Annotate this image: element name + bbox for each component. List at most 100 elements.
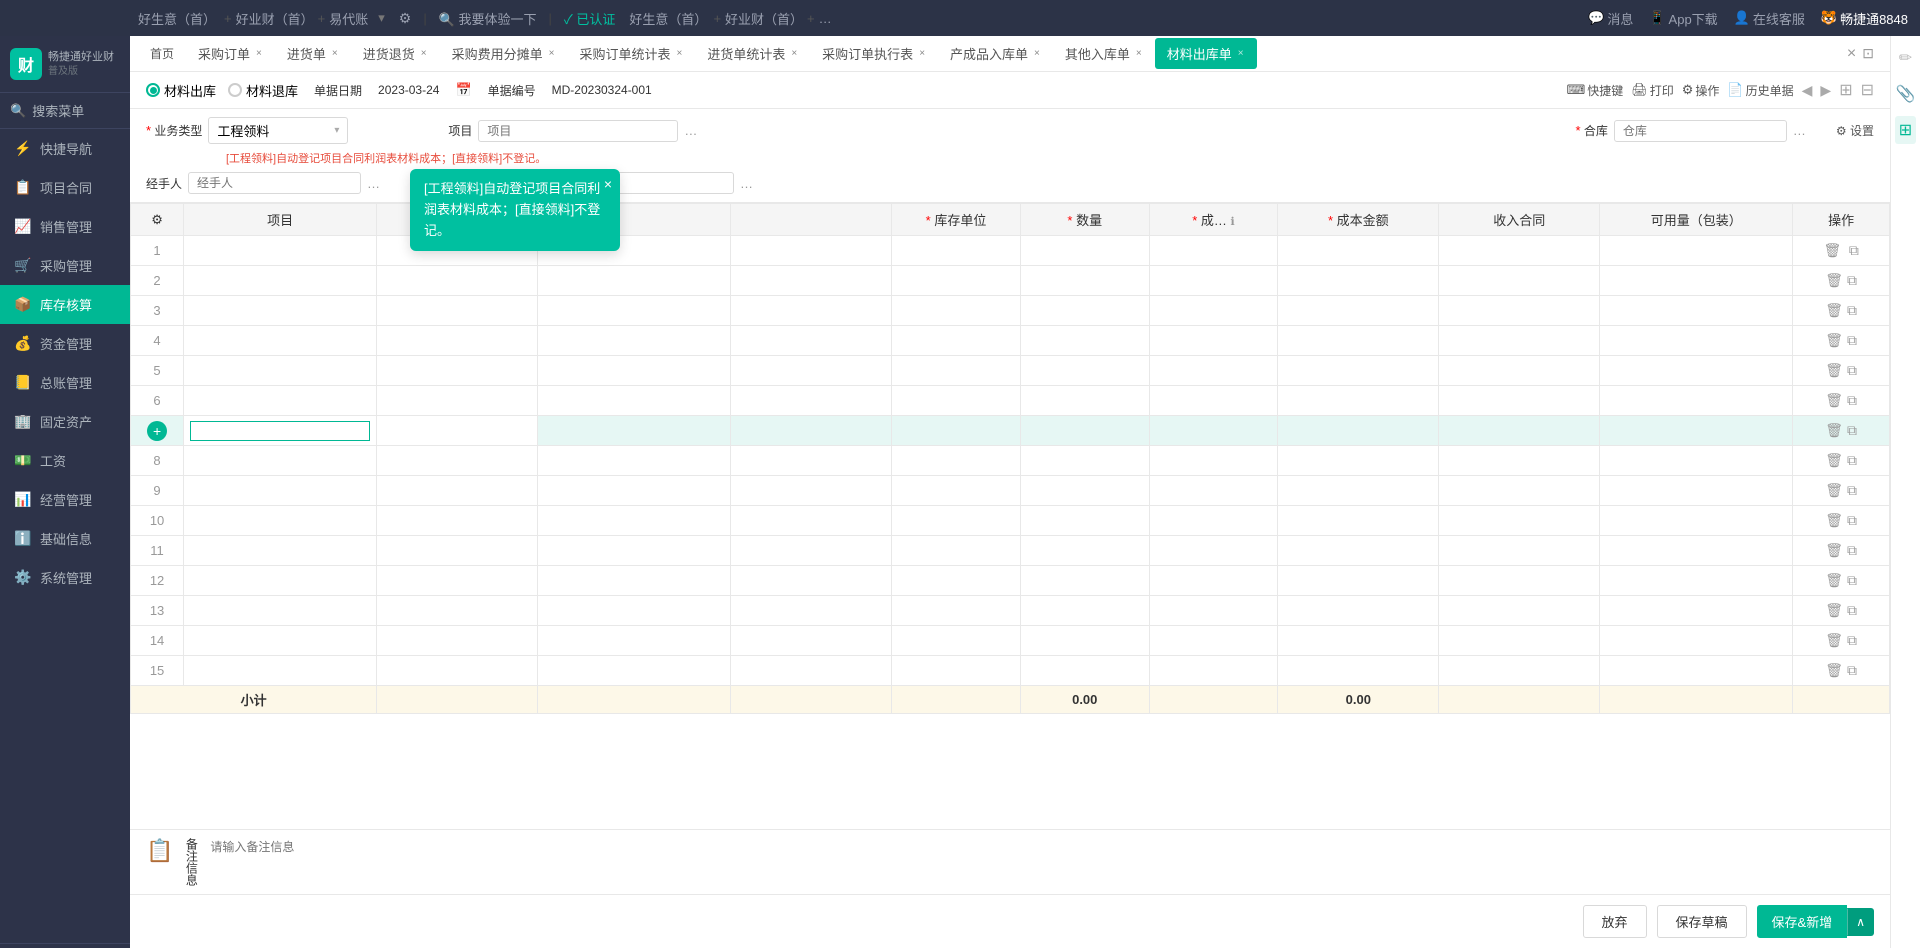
delete-row-btn[interactable]: 🗑: [1823, 360, 1845, 381]
delete-row-btn[interactable]: 🗑: [1823, 480, 1845, 501]
sidebar-item-payroll[interactable]: 💵 工资: [0, 441, 130, 480]
sidebar-item-quick-nav[interactable]: ⚡ 快捷导航: [0, 129, 130, 168]
copy-row-btn[interactable]: ⧉: [1845, 450, 1859, 471]
tab-purchase-exec[interactable]: 采购订单执行表 ×: [810, 38, 938, 69]
warehouse-input[interactable]: [1614, 120, 1787, 142]
global-topbar-experience[interactable]: 🔍 我要体验一下: [431, 5, 545, 32]
row-available[interactable]: [1600, 236, 1793, 266]
copy-row-btn[interactable]: ⧉: [1845, 300, 1859, 321]
tooltip-close-icon[interactable]: ×: [604, 173, 612, 195]
settings-btn[interactable]: ⚙ 设置: [1836, 122, 1874, 139]
row-cost-price[interactable]: [1149, 236, 1278, 266]
sidebar-item-finance[interactable]: 💰 资金管理: [0, 324, 130, 363]
print-btn[interactable]: 🖨打印: [1631, 82, 1674, 99]
tab-home[interactable]: 首页: [138, 39, 186, 68]
sidebar-item-fixed-assets[interactable]: 🏢 固定资产: [0, 402, 130, 441]
delete-row-btn[interactable]: 🗑: [1823, 330, 1845, 351]
global-topbar-item-yidaizhang[interactable]: 易代账: [325, 5, 372, 32]
tab-close-icon[interactable]: ×: [1238, 48, 1244, 59]
row-income-contract[interactable]: [1439, 236, 1600, 266]
id-value[interactable]: MD-20230324-001: [552, 83, 652, 97]
delete-row-btn[interactable]: 🗑: [1823, 570, 1845, 591]
right-green-icon[interactable]: ⊞: [1895, 116, 1916, 144]
delete-row-btn[interactable]: 🗑: [1823, 540, 1845, 561]
tab-close-icon[interactable]: ×: [256, 48, 262, 59]
copy-row-btn[interactable]: ⧉: [1845, 600, 1859, 621]
discard-button[interactable]: 放弃: [1583, 905, 1647, 938]
sidebar-search[interactable]: 🔍 搜索菜单: [0, 93, 130, 129]
calendar-icon[interactable]: 📅: [455, 82, 471, 98]
delete-row-btn[interactable]: 🗑: [1823, 390, 1845, 411]
global-topbar-item-haoyecai[interactable]: 好业财（首）: [232, 5, 318, 32]
list-view-btn[interactable]: ⊟: [1861, 80, 1874, 100]
sidebar-item-inventory[interactable]: 📦 库存核算: [0, 285, 130, 324]
tab-purchase-order[interactable]: 采购订单 ×: [186, 38, 275, 69]
save-new-arrow-btn[interactable]: ∧: [1847, 908, 1874, 936]
income-contract-dots[interactable]: …: [740, 176, 753, 191]
delete-row-btn[interactable]: 🗑: [1823, 630, 1845, 651]
copy-row-btn[interactable]: ⧉: [1845, 630, 1859, 651]
sidebar-item-project-contract[interactable]: 📋 项目合同: [0, 168, 130, 207]
tab-close-icon[interactable]: ×: [332, 48, 338, 59]
grid-view-btn[interactable]: ⊞: [1839, 80, 1852, 100]
global-topbar-message[interactable]: 💬消息: [1588, 9, 1633, 28]
sidebar-item-system[interactable]: ⚙️ 系统管理: [0, 558, 130, 597]
right-edit-icon[interactable]: ✏: [1895, 44, 1916, 72]
add-row-btn[interactable]: +: [147, 421, 167, 441]
close-window-icon[interactable]: ×: [1847, 45, 1856, 63]
copy-row-btn[interactable]: ⧉: [1845, 390, 1859, 411]
tab-close-icon[interactable]: ×: [421, 48, 427, 59]
delete-row-btn[interactable]: 🗑: [1823, 270, 1845, 291]
tab-finished-goods[interactable]: 产成品入库单 ×: [938, 38, 1053, 69]
global-topbar-service[interactable]: 👤在线客服: [1734, 9, 1805, 28]
shortcut-key-btn[interactable]: ⌨快捷键: [1566, 82, 1623, 99]
copy-row-btn[interactable]: ⧉: [1847, 240, 1861, 261]
tab-purchase-cost[interactable]: 采购费用分摊单 ×: [440, 38, 568, 69]
copy-row-btn[interactable]: ⧉: [1845, 540, 1859, 561]
delete-row-btn[interactable]: 🗑: [1823, 660, 1845, 681]
tab-close-icon[interactable]: ×: [791, 48, 797, 59]
sidebar-item-ledger[interactable]: 📒 总账管理: [0, 363, 130, 402]
expand-icon[interactable]: ⊡: [1862, 45, 1874, 62]
row-qty[interactable]: [1020, 236, 1149, 266]
radio-material-out[interactable]: 材料出库: [146, 81, 216, 100]
copy-row-btn[interactable]: ⧉: [1845, 660, 1859, 681]
project-dots[interactable]: …: [684, 123, 697, 138]
copy-row-btn[interactable]: ⧉: [1845, 420, 1859, 441]
global-topbar-dropdown-arrow[interactable]: ▾: [372, 10, 391, 26]
radio-material-return[interactable]: 材料退库: [228, 81, 298, 100]
prev-btn[interactable]: ◀: [1802, 82, 1813, 99]
notes-input[interactable]: [210, 838, 1874, 878]
operation-btn[interactable]: ⚙操作: [1682, 82, 1720, 99]
handler-input[interactable]: [188, 172, 361, 194]
row-unit[interactable]: [892, 236, 1021, 266]
business-type-select[interactable]: 工程领料 ▾: [208, 117, 348, 144]
history-btn[interactable]: 📄历史单据: [1727, 82, 1793, 99]
sidebar-item-sales[interactable]: 📈 销售管理: [0, 207, 130, 246]
copy-row-btn[interactable]: ⧉: [1845, 360, 1859, 381]
col-settings[interactable]: ⚙: [131, 204, 184, 236]
next-btn[interactable]: ▶: [1820, 82, 1831, 99]
date-value[interactable]: 2023-03-24: [378, 83, 439, 97]
delete-row-btn[interactable]: 🗑: [1823, 600, 1845, 621]
delete-row-btn[interactable]: 🗑: [1823, 510, 1845, 531]
sidebar-item-basic-info[interactable]: ℹ️ 基础信息: [0, 519, 130, 558]
global-topbar-settings-icon[interactable]: ⚙: [391, 6, 420, 31]
row-project[interactable]: [184, 236, 377, 266]
global-topbar-more[interactable]: …: [815, 7, 836, 30]
tab-close-icon[interactable]: ×: [1136, 48, 1142, 59]
global-topbar-app[interactable]: 📱App下载: [1649, 9, 1717, 28]
warehouse-dots[interactable]: …: [1793, 123, 1806, 138]
row-cost-amount[interactable]: [1278, 236, 1439, 266]
tab-close-icon[interactable]: ×: [919, 48, 925, 59]
save-draft-button[interactable]: 保存草稿: [1657, 905, 1747, 938]
row-spec[interactable]: [731, 236, 892, 266]
global-topbar-user[interactable]: 🐯畅捷通8848: [1821, 9, 1908, 28]
right-attach-icon[interactable]: 📎: [1892, 80, 1920, 108]
copy-row-btn[interactable]: ⧉: [1845, 510, 1859, 531]
tab-purchase-in-stats[interactable]: 进货单统计表 ×: [695, 38, 810, 69]
tab-purchase-in[interactable]: 进货单 ×: [275, 38, 351, 69]
delete-row-btn[interactable]: 🗑: [1823, 420, 1845, 441]
global-topbar-hy2[interactable]: 好业财（首）: [721, 5, 807, 32]
tab-close-icon[interactable]: ×: [676, 48, 682, 59]
